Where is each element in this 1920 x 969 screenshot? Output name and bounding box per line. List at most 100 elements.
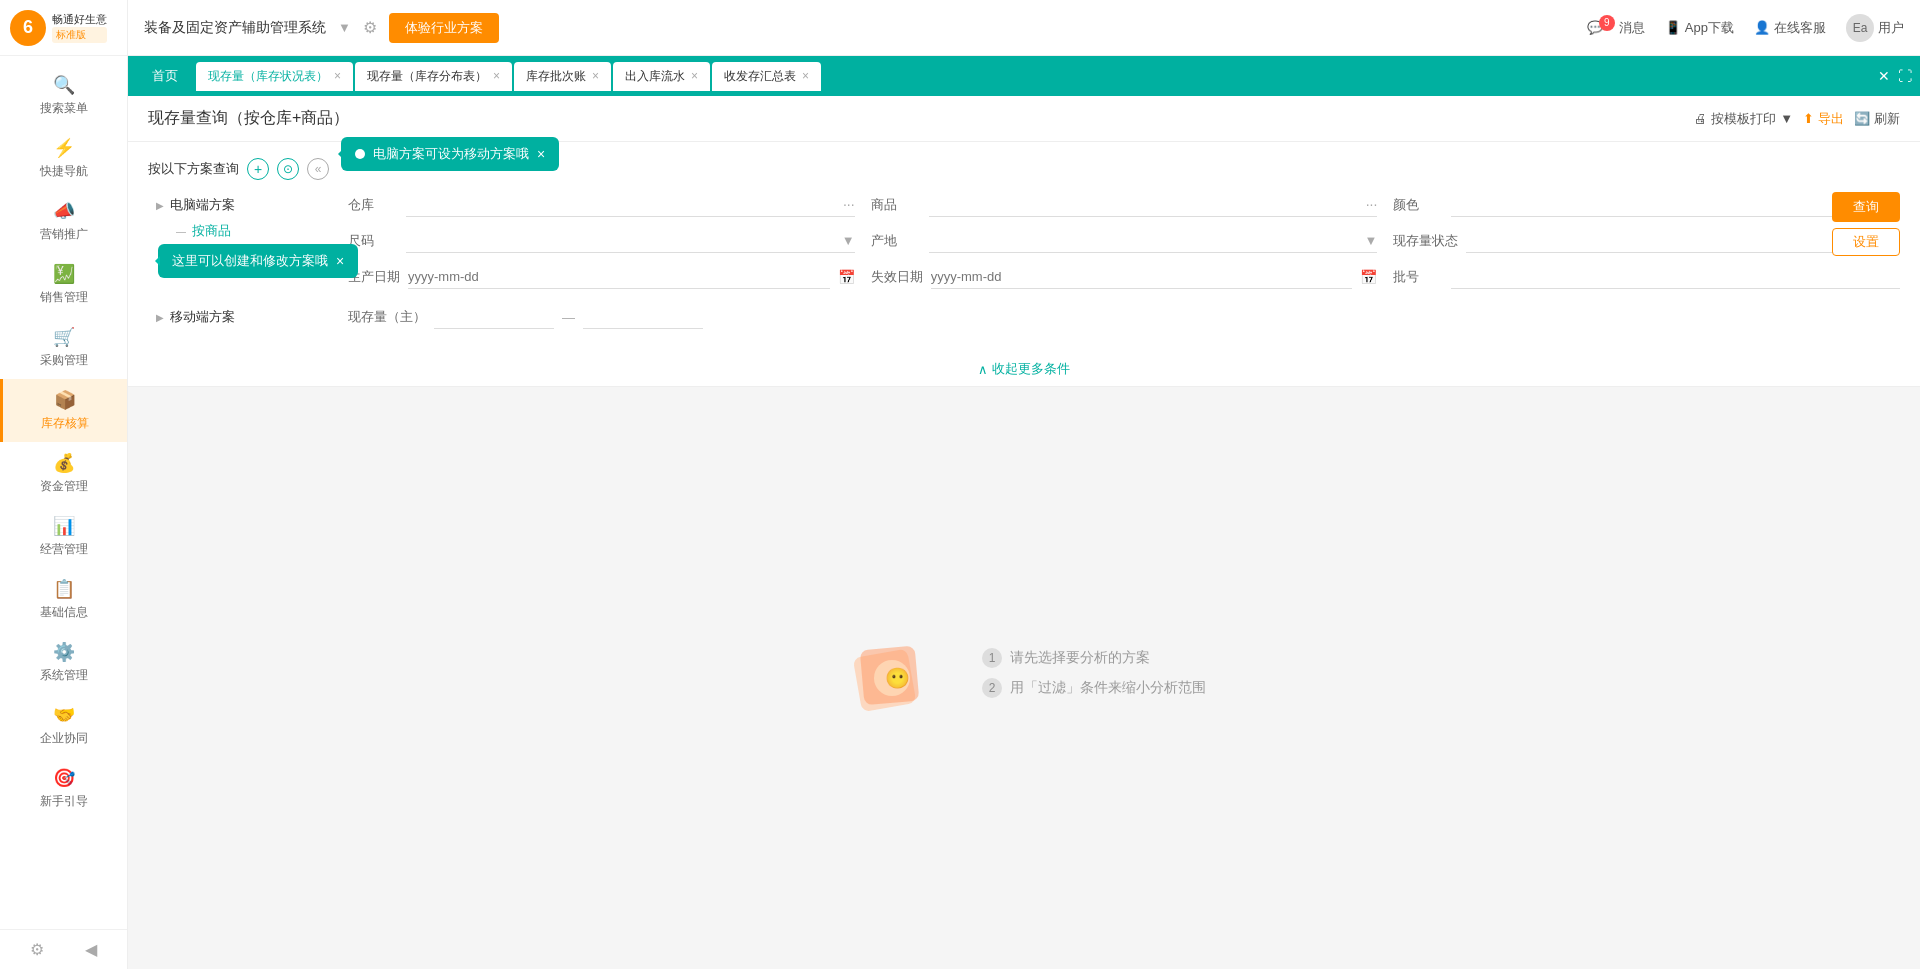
sidebar-item-newbie[interactable]: 🎯 新手引导 [0, 757, 127, 820]
print-template-btn[interactable]: 🖨 按模板打印 ▼ [1694, 110, 1793, 128]
collapse-bar[interactable]: ∧ 收起更多条件 [148, 352, 1900, 386]
empty-svg: 😶 [842, 628, 942, 728]
filter-stock-status: 现存量状态 ▼ [1393, 229, 1900, 253]
tab-close-summary[interactable]: × [802, 69, 809, 83]
export-icon: ⬆ [1803, 111, 1814, 126]
warehouse-select[interactable]: ··· [406, 192, 855, 217]
scheme-sub-item: — 按商品 [168, 218, 348, 244]
sidebar-item-purchase[interactable]: 🛒 采购管理 [0, 316, 127, 379]
tab-batch[interactable]: 库存批次账 × [514, 62, 611, 91]
filter-row-1: 仓库 ··· 商品 ··· [348, 192, 1900, 217]
calendar-icon-2[interactable]: 📅 [1360, 269, 1377, 285]
filter-expiry-date: 失效日期 📅 [871, 265, 1378, 289]
finance-icon: 💰 [53, 452, 75, 474]
sidebar-item-search[interactable]: 🔍 搜索菜单 [0, 64, 127, 127]
search-button[interactable]: 查询 [1832, 192, 1900, 222]
app-download-item[interactable]: 📱 App下载 [1665, 19, 1734, 37]
chevron-down-size: ▼ [842, 233, 855, 248]
filter-origin: 产地 ▼ [871, 229, 1378, 253]
product-select[interactable]: ··· [929, 192, 1378, 217]
sidebar-item-marketing[interactable]: 📣 营销推广 [0, 190, 127, 253]
sidebar-item-enterprise[interactable]: 🤝 企业协同 [0, 694, 127, 757]
filter-warehouse: 仓库 ··· [348, 192, 855, 217]
sidebar-footer: ⚙ ◀ [0, 929, 127, 969]
more-options-icon-warehouse[interactable]: ··· [843, 196, 855, 212]
chevron-down-origin: ▼ [1364, 233, 1377, 248]
lightning-icon: ⚡ [53, 137, 75, 159]
calendar-icon-1[interactable]: 📅 [838, 269, 855, 285]
tab-bar: 首页 现存量（库存状况表） × 现存量（库存分布表） × 库存批次账 × 出入库… [128, 56, 1920, 96]
tooltip2-close-btn[interactable]: × [336, 253, 344, 269]
export-btn[interactable]: ⬆ 导出 [1803, 110, 1844, 128]
inventory-icon: 📦 [54, 389, 76, 411]
tab-home[interactable]: 首页 [136, 61, 194, 91]
system-icon: ⚙️ [53, 641, 75, 663]
batch-no-input[interactable] [1451, 265, 1900, 289]
app-logo: 6 畅通好生意 标准版 [0, 0, 127, 56]
filter-copy-btn[interactable]: ⊙ [277, 158, 299, 180]
tab-close-inventory-dist[interactable]: × [493, 69, 500, 83]
newbie-icon: 🎯 [53, 767, 75, 789]
refresh-btn[interactable]: 🔄 刷新 [1854, 110, 1900, 128]
stock-main-from-input[interactable] [434, 305, 554, 329]
top-header: 装备及固定资产辅助管理系统 ▼ ⚙ 体验行业方案 💬 9 消息 📱 App下载 … [128, 0, 1920, 56]
filter-add-btn[interactable]: + [247, 158, 269, 180]
system-dropdown-btn[interactable]: ▼ [338, 20, 351, 35]
fullscreen-btn[interactable]: ⛶ [1898, 68, 1912, 84]
scheme-sub-node[interactable]: — 按商品 [168, 218, 348, 244]
expiry-date-input[interactable] [931, 265, 1353, 289]
tab-bar-right: ✕ ⛶ [1878, 68, 1912, 84]
scheme-node-mobile[interactable]: ▶ 移动端方案 [148, 304, 348, 330]
operations-icon: 📊 [53, 515, 75, 537]
service-icon: 👤 [1754, 20, 1770, 35]
arrow-icon: ▶ [156, 200, 164, 211]
size-select[interactable]: ▼ [406, 229, 855, 253]
sidebar-item-inventory[interactable]: 📦 库存核算 [0, 379, 127, 442]
page-header: 现存量查询（按仓库+商品） 🖨 按模板打印 ▼ ⬆ 导出 🔄 刷新 [128, 96, 1920, 142]
filter-area: 按以下方案查询 + ⊙ « 电脑方案可设为移动方案哦 × [128, 142, 1920, 387]
scheme-node-pc[interactable]: ▶ 电脑端方案 [148, 192, 348, 218]
origin-select[interactable]: ▼ [929, 229, 1378, 253]
tab-inventory-status[interactable]: 现存量（库存状况表） × [196, 62, 353, 91]
logo-icon: 6 [10, 10, 46, 46]
scheme-tree-panel: ▶ 电脑端方案 — 按商品 这里可以创建和修改方案哦 × [148, 192, 348, 330]
tab-close-batch[interactable]: × [592, 69, 599, 83]
sidebar-item-guide[interactable]: ⚡ 快捷导航 [0, 127, 127, 190]
purchase-icon: 🛒 [53, 326, 75, 348]
sidebar-item-basic[interactable]: 📋 基础信息 [0, 568, 127, 631]
tab-close-inventory-status[interactable]: × [334, 69, 341, 83]
notification-item[interactable]: 💬 9 消息 [1587, 19, 1645, 37]
close-all-tabs-btn[interactable]: ✕ [1878, 68, 1890, 84]
stock-main-to-input[interactable] [583, 305, 703, 329]
filter-color: 颜色 ▼ [1393, 192, 1900, 217]
sidebar-item-sales[interactable]: 💹 销售管理 [0, 253, 127, 316]
tooltip1-close-btn[interactable]: × [537, 146, 545, 162]
trial-button[interactable]: 体验行业方案 [389, 13, 499, 43]
settings-button[interactable]: 设置 [1832, 228, 1900, 256]
settings-footer-btn[interactable]: ⚙ [30, 940, 44, 959]
sidebar-item-system[interactable]: ⚙️ 系统管理 [0, 631, 127, 694]
sidebar-nav: 🔍 搜索菜单 ⚡ 快捷导航 📣 营销推广 💹 销售管理 🛒 采购管理 📦 库存核… [0, 56, 127, 929]
production-date-field: 📅 [408, 265, 855, 289]
tab-close-inout[interactable]: × [691, 69, 698, 83]
filter-row-2: 尺码 ▼ 产地 ▼ [348, 229, 1900, 253]
filter-size: 尺码 ▼ [348, 229, 855, 253]
header-gear-btn[interactable]: ⚙ [363, 18, 377, 37]
sidebar-item-operations[interactable]: 📊 经营管理 [0, 505, 127, 568]
page-actions: 🖨 按模板打印 ▼ ⬆ 导出 🔄 刷新 [1694, 110, 1900, 128]
empty-state: 😶 1 请先选择要分析的方案 2 用「过滤」条件来缩小分析范围 [842, 628, 1206, 728]
sidebar-item-finance[interactable]: 💰 资金管理 [0, 442, 127, 505]
filter-back-btn[interactable]: « [307, 158, 329, 180]
more-options-icon-product[interactable]: ··· [1366, 196, 1378, 212]
tab-summary[interactable]: 收发存汇总表 × [712, 62, 821, 91]
online-service-item[interactable]: 👤 在线客服 [1754, 19, 1826, 37]
user-item[interactable]: Ea 用户 [1846, 14, 1904, 42]
tab-inventory-dist[interactable]: 现存量（库存分布表） × [355, 62, 512, 91]
tooltip-dot-1 [355, 149, 365, 159]
tab-inout[interactable]: 出入库流水 × [613, 62, 710, 91]
collapse-sidebar-btn[interactable]: ◀ [85, 940, 97, 959]
sidebar: 6 畅通好生意 标准版 🔍 搜索菜单 ⚡ 快捷导航 📣 营销推广 💹 销售管理 … [0, 0, 128, 969]
logo-text: 畅通好生意 标准版 [52, 12, 107, 43]
empty-tip-1: 1 请先选择要分析的方案 [982, 648, 1206, 668]
production-date-input[interactable] [408, 265, 830, 289]
